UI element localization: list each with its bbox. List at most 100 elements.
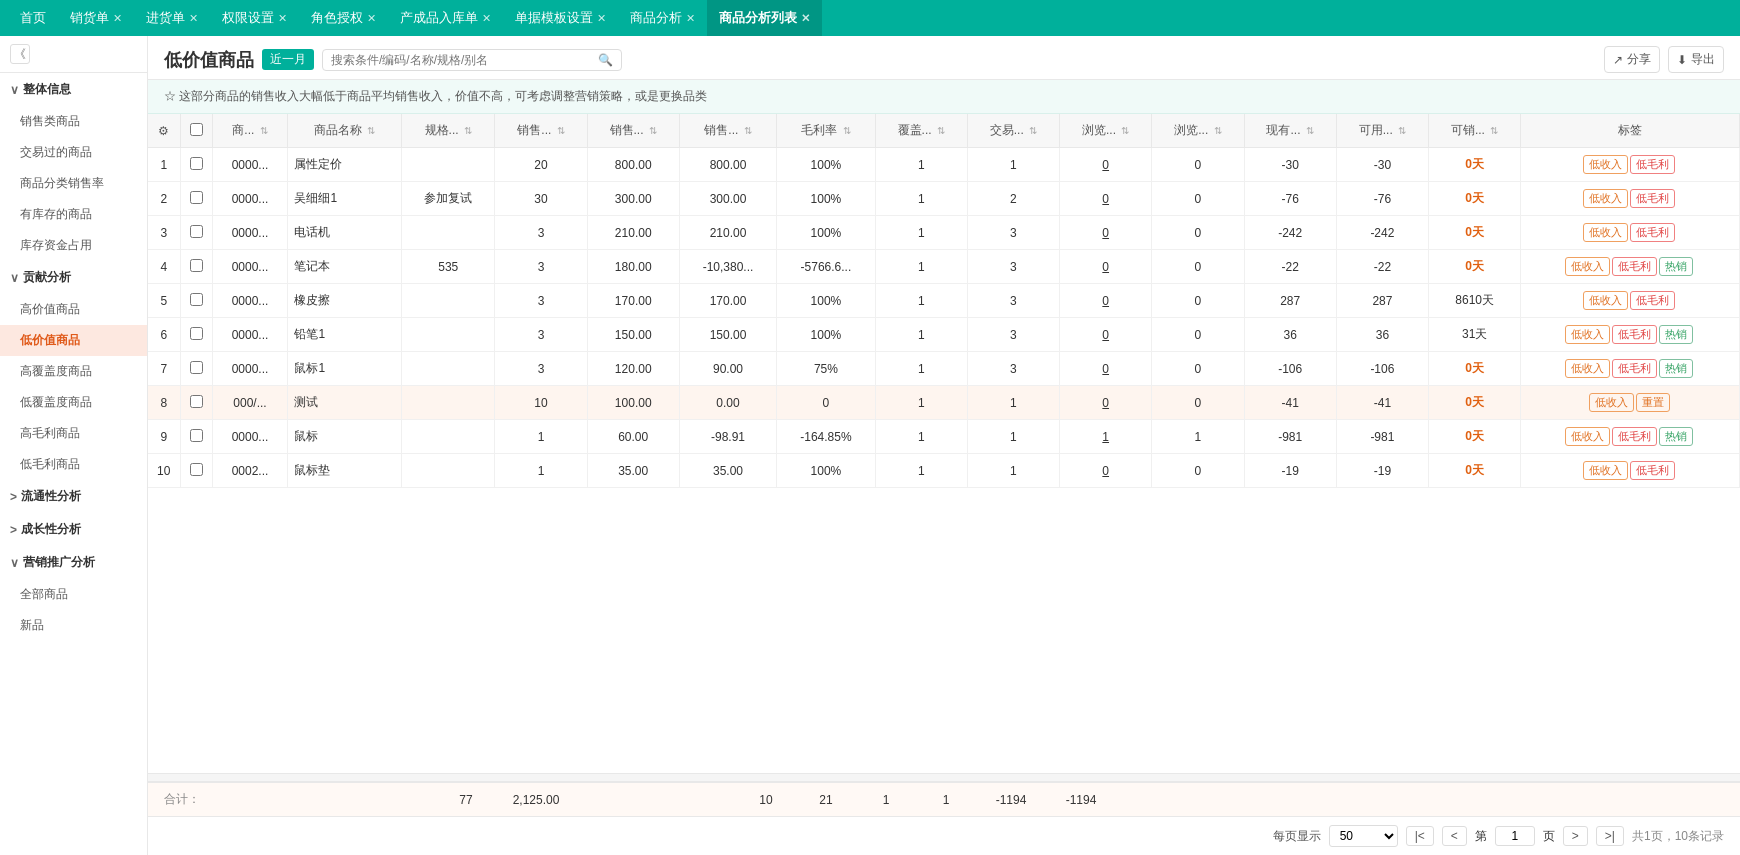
col-sale1[interactable]: 销售... ⇅ xyxy=(495,114,587,148)
nav-production[interactable]: 产成品入库单 ✕ xyxy=(388,0,503,36)
col-settings[interactable]: ⚙ xyxy=(148,114,180,148)
cell-checkbox[interactable] xyxy=(180,148,212,182)
next-page-btn[interactable]: > xyxy=(1563,826,1588,846)
sidebar-item-low-coverage[interactable]: 低覆盖度商品 xyxy=(0,387,147,418)
row-checkbox[interactable] xyxy=(190,259,203,272)
col-browse2[interactable]: 浏览... ⇅ xyxy=(1152,114,1244,148)
col-browse1[interactable]: 浏览... ⇅ xyxy=(1060,114,1152,148)
nav-close-analysis-list[interactable]: ✕ xyxy=(801,12,810,25)
sidebar-item-low-margin[interactable]: 低毛利商品 xyxy=(0,449,147,480)
first-page-btn[interactable]: |< xyxy=(1406,826,1434,846)
col-sale2[interactable]: 销售... ⇅ xyxy=(587,114,679,148)
sidebar-item-sales-products[interactable]: 销售类商品 xyxy=(0,106,147,137)
sidebar-item-new-products[interactable]: 新品 xyxy=(0,610,147,641)
col-coverage[interactable]: 覆盖... ⇅ xyxy=(875,114,967,148)
cell-browse1[interactable]: 0 xyxy=(1060,386,1152,420)
cell-checkbox[interactable] xyxy=(180,352,212,386)
col-name[interactable]: 商品名称 ⇅ xyxy=(288,114,402,148)
select-all-checkbox[interactable] xyxy=(190,123,203,136)
cell-checkbox[interactable] xyxy=(180,284,212,318)
table-container[interactable]: ⚙ 商... ⇅ 商品名称 ⇅ 规格... ⇅ 销售... ⇅ 销售... ⇅ … xyxy=(148,114,1740,773)
browse-link[interactable]: 1 xyxy=(1102,430,1109,444)
nav-template[interactable]: 单据模板设置 ✕ xyxy=(503,0,618,36)
cell-checkbox[interactable] xyxy=(180,386,212,420)
cell-browse1[interactable]: 0 xyxy=(1060,216,1152,250)
search-input[interactable] xyxy=(331,53,594,67)
col-checkbox[interactable] xyxy=(180,114,212,148)
row-checkbox[interactable] xyxy=(190,327,203,340)
col-trade[interactable]: 交易... ⇅ xyxy=(967,114,1059,148)
nav-close-sales[interactable]: ✕ xyxy=(113,12,122,25)
page-size-select[interactable]: 50 100 200 xyxy=(1329,825,1398,847)
browse-link[interactable]: 0 xyxy=(1102,464,1109,478)
date-tag[interactable]: 近一月 xyxy=(262,49,314,70)
cell-browse1[interactable]: 0 xyxy=(1060,250,1152,284)
col-current[interactable]: 现有... ⇅ xyxy=(1244,114,1336,148)
cell-browse1[interactable]: 0 xyxy=(1060,148,1152,182)
cell-browse1[interactable]: 0 xyxy=(1060,352,1152,386)
nav-close-roles[interactable]: ✕ xyxy=(367,12,376,25)
cell-checkbox[interactable] xyxy=(180,454,212,488)
nav-close-analysis[interactable]: ✕ xyxy=(686,12,695,25)
cell-browse1[interactable]: 0 xyxy=(1060,182,1152,216)
sidebar-item-inventory-capital[interactable]: 库存资金占用 xyxy=(0,230,147,261)
col-tags[interactable]: 标签 xyxy=(1521,114,1740,148)
nav-purchase[interactable]: 进货单 ✕ xyxy=(134,0,210,36)
nav-roles[interactable]: 角色授权 ✕ xyxy=(299,0,388,36)
sidebar-item-all-products[interactable]: 全部商品 xyxy=(0,579,147,610)
browse-link[interactable]: 0 xyxy=(1102,192,1109,206)
row-checkbox[interactable] xyxy=(190,361,203,374)
cell-checkbox[interactable] xyxy=(180,182,212,216)
sidebar-item-high-value[interactable]: 高价值商品 xyxy=(0,294,147,325)
col-margin[interactable]: 毛利率 ⇅ xyxy=(777,114,875,148)
col-spec[interactable]: 规格... ⇅ xyxy=(402,114,495,148)
page-number-input[interactable] xyxy=(1495,826,1535,846)
browse-link[interactable]: 0 xyxy=(1102,362,1109,376)
sidebar-collapse-btn[interactable]: 《 xyxy=(10,44,30,64)
cell-checkbox[interactable] xyxy=(180,250,212,284)
cell-browse1[interactable]: 1 xyxy=(1060,420,1152,454)
share-button[interactable]: ↗ 分享 xyxy=(1604,46,1660,73)
col-sale3[interactable]: 销售... ⇅ xyxy=(679,114,776,148)
nav-close-purchase[interactable]: ✕ xyxy=(189,12,198,25)
row-checkbox[interactable] xyxy=(190,429,203,442)
sidebar-item-high-margin[interactable]: 高毛利商品 xyxy=(0,418,147,449)
row-checkbox[interactable] xyxy=(190,293,203,306)
cell-checkbox[interactable] xyxy=(180,420,212,454)
scrollbar[interactable] xyxy=(148,773,1740,781)
browse-link[interactable]: 0 xyxy=(1102,396,1109,410)
col-sellable[interactable]: 可销... ⇅ xyxy=(1429,114,1521,148)
cell-checkbox[interactable] xyxy=(180,318,212,352)
cell-checkbox[interactable] xyxy=(180,216,212,250)
browse-link[interactable]: 0 xyxy=(1102,226,1109,240)
prev-page-btn[interactable]: < xyxy=(1442,826,1467,846)
browse-link[interactable]: 0 xyxy=(1102,328,1109,342)
export-button[interactable]: ⬇ 导出 xyxy=(1668,46,1724,73)
cell-browse1[interactable]: 0 xyxy=(1060,318,1152,352)
sidebar-group-growth[interactable]: > 成长性分析 xyxy=(0,513,147,546)
col-available[interactable]: 可用... ⇅ xyxy=(1336,114,1428,148)
browse-link[interactable]: 0 xyxy=(1102,294,1109,308)
row-checkbox[interactable] xyxy=(190,157,203,170)
sidebar-item-low-value[interactable]: 低价值商品 xyxy=(0,325,147,356)
nav-analysis-list[interactable]: 商品分析列表 ✕ xyxy=(707,0,822,36)
nav-permissions[interactable]: 权限设置 ✕ xyxy=(210,0,299,36)
sidebar-item-traded-products[interactable]: 交易过的商品 xyxy=(0,137,147,168)
nav-home[interactable]: 首页 xyxy=(8,0,58,36)
sidebar-item-stocked-products[interactable]: 有库存的商品 xyxy=(0,199,147,230)
cell-browse1[interactable]: 0 xyxy=(1060,454,1152,488)
sidebar-item-high-coverage[interactable]: 高覆盖度商品 xyxy=(0,356,147,387)
nav-analysis[interactable]: 商品分析 ✕ xyxy=(618,0,707,36)
row-checkbox[interactable] xyxy=(190,191,203,204)
nav-close-permissions[interactable]: ✕ xyxy=(278,12,287,25)
sidebar-group-contribution[interactable]: ∨ 贡献分析 xyxy=(0,261,147,294)
browse-link[interactable]: 0 xyxy=(1102,260,1109,274)
browse-link[interactable]: 0 xyxy=(1102,158,1109,172)
cell-browse1[interactable]: 0 xyxy=(1060,284,1152,318)
nav-close-production[interactable]: ✕ xyxy=(482,12,491,25)
col-code[interactable]: 商... ⇅ xyxy=(212,114,288,148)
nav-sales[interactable]: 销货单 ✕ xyxy=(58,0,134,36)
row-checkbox[interactable] xyxy=(190,395,203,408)
sidebar-group-overall[interactable]: ∨ 整体信息 xyxy=(0,73,147,106)
sidebar-group-circulation[interactable]: > 流通性分析 xyxy=(0,480,147,513)
